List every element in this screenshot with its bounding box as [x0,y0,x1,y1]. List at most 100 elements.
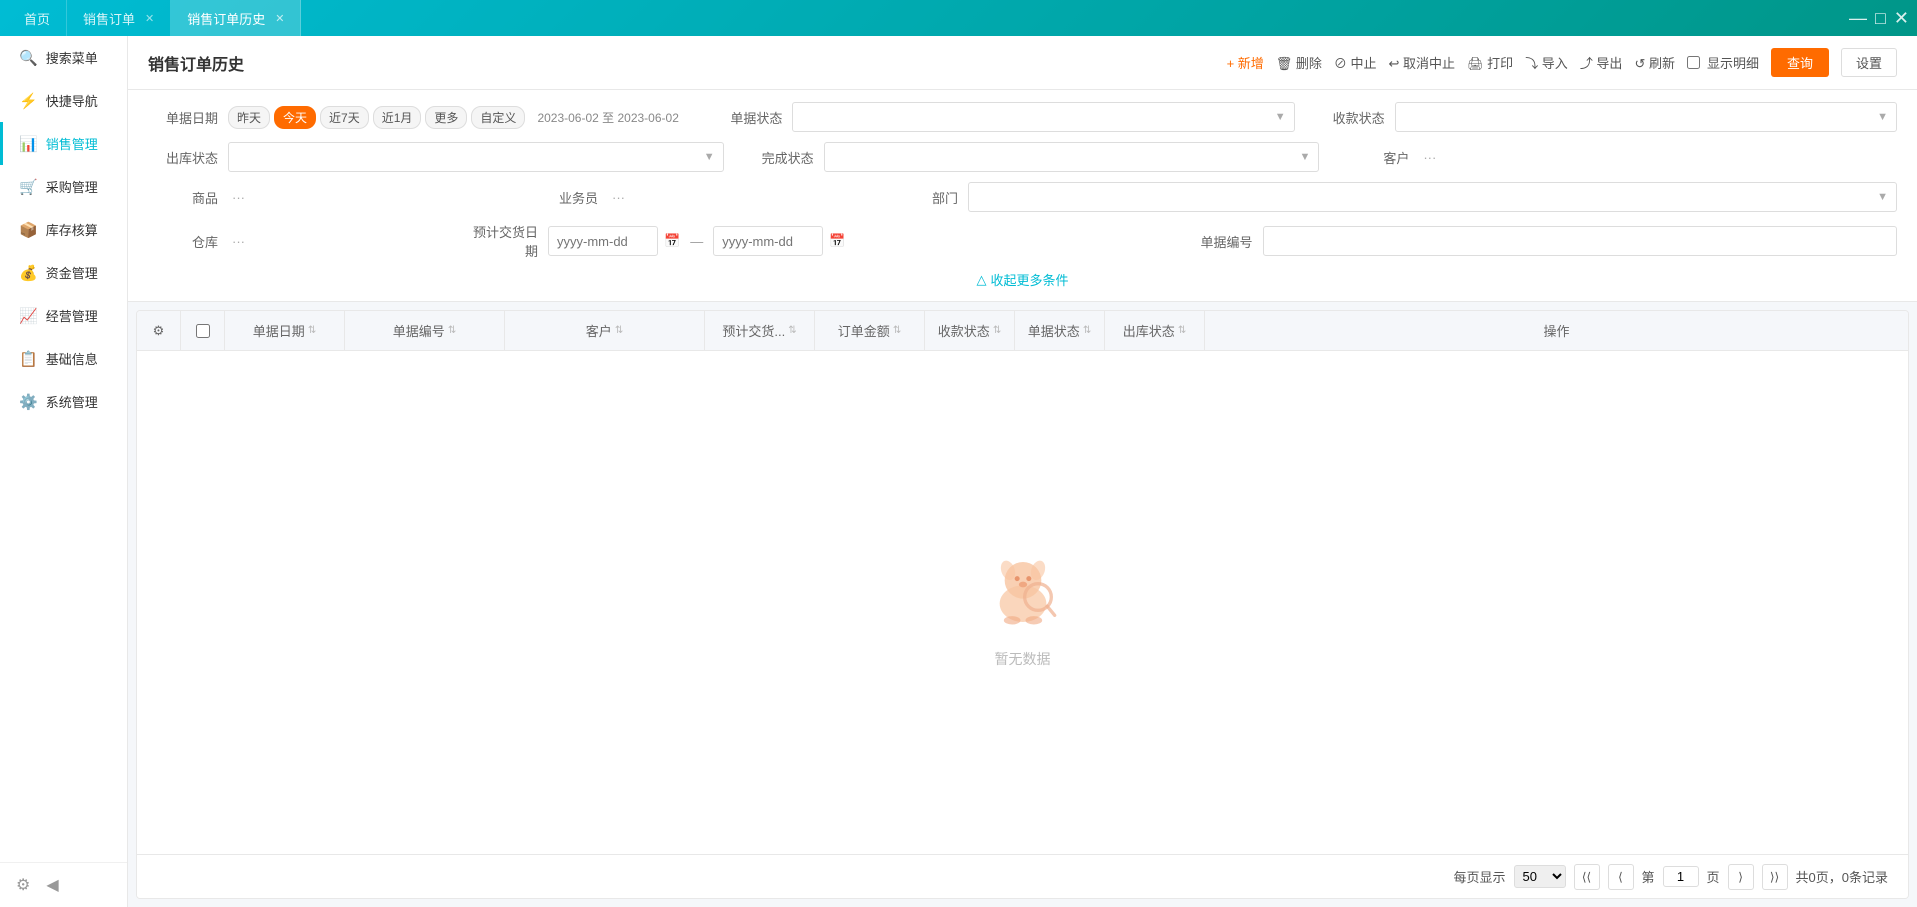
sidebar-item-sales-mgmt-label: 销售管理 [46,134,98,153]
sidebar-item-purchase-mgmt[interactable]: 🛒 采购管理 [0,165,127,208]
order-status-select[interactable]: ▼ [792,102,1294,132]
date-btn-7days[interactable]: 近7天 [320,106,369,129]
tab-home-label: 首页 [24,9,50,28]
refresh-btn[interactable]: ↺ 刷新 [1634,53,1675,72]
prev-page-btn[interactable]: ⟨ [1608,864,1634,890]
warehouse-status-label: 出库状态 [148,148,228,167]
date-btn-custom[interactable]: 自定义 [471,106,525,129]
export-btn[interactable]: ⤴ 导出 [1580,53,1623,72]
sidebar: 🔍 搜索菜单 ⚡ 快捷导航 📊 销售管理 🛒 采购管理 📦 库存核算 💰 资金管… [0,36,128,907]
new-btn[interactable]: + 新增 [1227,53,1264,72]
date-btn-1month[interactable]: 近1月 [373,106,422,129]
department-label: 部门 [888,188,968,207]
goods-ellipsis[interactable]: ··· [228,190,249,205]
tab-sales-order-history[interactable]: 销售订单历史 ✕ [171,0,301,36]
select-all-checkbox[interactable] [196,324,210,338]
complete-status-select[interactable]: ▼ [824,142,1320,172]
filter-row-1: 单据日期 昨天 今天 近7天 近1月 更多 自定义 2023-06-02 至 2… [148,102,1897,132]
minimize-btn[interactable]: — [1849,9,1867,27]
th-wh-status[interactable]: 出库状态 ⇅ [1105,311,1205,350]
delivery-date-from-calendar[interactable]: 📅 [664,233,680,249]
filter-row-4: 仓库 ··· 预计交货日期 📅 — 📅 单据编号 [148,222,1897,260]
date-label: 单据日期 [148,108,228,127]
date-btn-today[interactable]: 今天 [274,106,316,129]
delivery-date-to-calendar[interactable]: 📅 [829,233,845,249]
warehouse-status-select[interactable]: ▼ [228,142,724,172]
th-delivery[interactable]: 预计交货... ⇅ [705,311,815,350]
sidebar-item-operations[interactable]: 📈 经营管理 [0,294,127,337]
th-date[interactable]: 单据日期 ⇅ [225,311,345,350]
th-payment-status-label: 收款状态 [938,321,990,340]
tab-sales-order-label: 销售订单 [83,9,135,28]
sidebar-item-system[interactable]: ⚙️ 系统管理 [0,380,127,423]
display-cols-check[interactable]: 显示明细 [1687,53,1759,72]
th-delivery-label: 预计交货... [722,321,785,340]
delivery-date-from[interactable] [548,226,658,256]
sidebar-item-inventory[interactable]: 📦 库存核算 [0,208,127,251]
top-bar: 首页 销售订单 ✕ 销售订单历史 ✕ — □ ✕ [0,0,1917,36]
customer-ellipsis[interactable]: ··· [1419,150,1440,165]
gear-icon: ⚙ [153,323,165,339]
sidebar-item-search-menu[interactable]: 🔍 搜索菜单 [0,36,127,79]
filter-row-2: 出库状态 ▼ 完成状态 ▼ 客户 ··· [148,142,1897,172]
close-btn[interactable]: ✕ [1894,9,1909,27]
tab-sales-order-close[interactable]: ✕ [145,12,154,25]
th-check[interactable] [181,311,225,350]
stop-btn[interactable]: ⊘ 中止 [1334,53,1377,72]
sidebar-item-quick-nav-label: 快捷导航 [46,91,98,110]
sidebar-item-search-menu-label: 搜索菜单 [46,48,98,67]
settings-btn[interactable]: 设置 [1841,48,1897,77]
basic-info-icon: 📋 [19,350,38,368]
sidebar-item-system-label: 系统管理 [46,392,98,411]
last-page-btn[interactable]: ⟩⟩ [1762,864,1788,890]
collapse-arrow-icon: △ [976,272,986,288]
th-date-sort: ⇅ [308,325,316,336]
tab-sales-order[interactable]: 销售订单 ✕ [67,0,171,36]
th-action: 操作 [1205,311,1908,350]
maximize-btn[interactable]: □ [1875,9,1886,27]
first-page-btn[interactable]: ⟨⟨ [1574,864,1600,890]
th-gear[interactable]: ⚙ [137,311,181,350]
payment-status-select[interactable]: ▼ [1395,102,1897,132]
collapse-btn[interactable]: △ 收起更多条件 [148,270,1897,289]
sidebar-item-inventory-label: 库存核算 [46,220,98,239]
next-page-btn[interactable]: ⟩ [1728,864,1754,890]
print-btn[interactable]: 🖨 打印 [1467,53,1513,72]
salesperson-ellipsis[interactable]: ··· [608,190,629,205]
th-date-label: 单据日期 [253,321,305,340]
search-menu-icon: 🔍 [19,49,38,67]
sidebar-item-sales-mgmt[interactable]: 📊 销售管理 [0,122,127,165]
page-size-label: 每页显示 [1453,867,1505,886]
warehouse-ellipsis[interactable]: ··· [228,234,249,249]
tab-home[interactable]: 首页 [8,0,67,36]
sidebar-item-finance[interactable]: 💰 资金管理 [0,251,127,294]
tab-sales-order-history-label: 销售订单历史 [187,9,265,28]
display-cols-checkbox[interactable] [1687,56,1700,69]
th-payment-status[interactable]: 收款状态 ⇅ [925,311,1015,350]
th-number[interactable]: 单据编号 ⇅ [345,311,505,350]
sidebar-collapse-icon[interactable]: ◀ [46,875,58,895]
table-header: ⚙ 单据日期 ⇅ 单据编号 ⇅ 客户 ⇅ 预计交货... [137,311,1908,351]
query-btn[interactable]: 查询 [1771,48,1829,77]
cancel-stop-btn[interactable]: ↩ 取消中止 [1389,53,1456,72]
date-btn-yesterday[interactable]: 昨天 [228,106,270,129]
table-area: ⚙ 单据日期 ⇅ 单据编号 ⇅ 客户 ⇅ 预计交货... [136,310,1909,899]
page-number-input[interactable] [1663,866,1699,887]
import-btn[interactable]: ⤵ 导入 [1525,53,1568,72]
page-title: 销售订单历史 [148,51,244,75]
th-customer[interactable]: 客户 ⇅ [505,311,705,350]
delivery-date-to[interactable] [713,226,823,256]
page-size-select[interactable]: 50 10 20 100 [1514,865,1566,888]
delete-btn[interactable]: 🗑 删除 [1276,53,1322,72]
th-order-status[interactable]: 单据状态 ⇅ [1015,311,1105,350]
sidebar-settings-icon[interactable]: ⚙ [16,875,30,895]
inventory-icon: 📦 [19,221,38,239]
th-action-label: 操作 [1543,321,1569,340]
department-select[interactable]: ▼ [968,182,1897,212]
sidebar-item-quick-nav[interactable]: ⚡ 快捷导航 [0,79,127,122]
tab-sales-order-history-close[interactable]: ✕ [275,12,284,25]
th-amount[interactable]: 订单金额 ⇅ [815,311,925,350]
sidebar-item-basic-info[interactable]: 📋 基础信息 [0,337,127,380]
order-number-input[interactable] [1263,226,1898,256]
date-btn-more[interactable]: 更多 [425,106,467,129]
